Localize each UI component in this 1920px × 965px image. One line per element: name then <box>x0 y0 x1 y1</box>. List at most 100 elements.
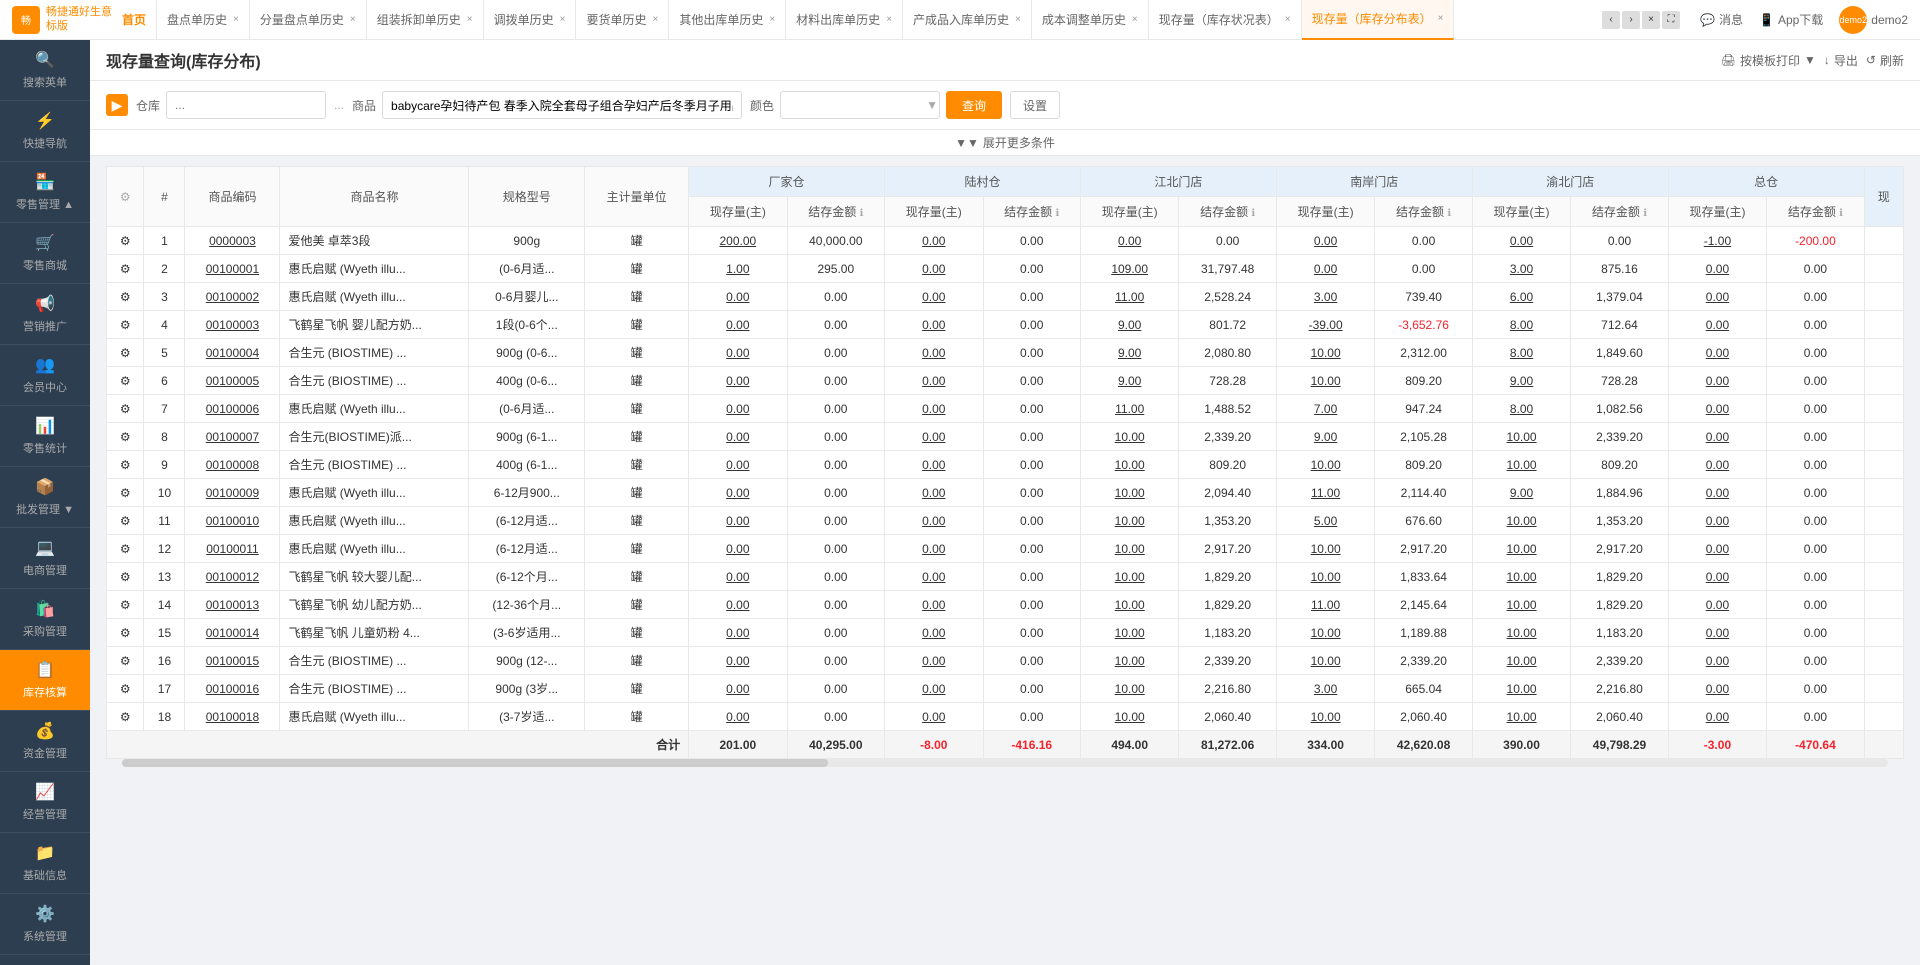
tab-3[interactable]: 组装拆卸单历史 × <box>367 0 484 40</box>
row-yb-stock[interactable]: 10.00 <box>1472 675 1571 703</box>
row-code[interactable]: 00100003 <box>185 311 280 339</box>
expand-filter-btn[interactable]: ▶ <box>106 94 128 116</box>
close-tab-9[interactable]: × <box>1132 14 1138 25</box>
row-yb-stock[interactable]: 9.00 <box>1472 479 1571 507</box>
color-input[interactable] <box>780 91 940 119</box>
row-lc-stock[interactable]: 0.00 <box>885 591 984 619</box>
row-yb-stock[interactable]: 8.00 <box>1472 339 1571 367</box>
row-cj-stock[interactable]: 0.00 <box>689 535 788 563</box>
row-yb-stock[interactable]: 10.00 <box>1472 535 1571 563</box>
sidebar-item-inventory[interactable]: 📋 库存核算 <box>0 650 90 711</box>
sidebar-item-coop[interactable]: 🤝 企业协同 <box>0 955 90 965</box>
row-tot-stock[interactable]: -1.00 <box>1668 227 1767 255</box>
close-tab-11[interactable]: × <box>1438 13 1444 24</box>
row-code[interactable]: 0000003 <box>185 227 280 255</box>
row-lc-stock[interactable]: 0.00 <box>885 507 984 535</box>
row-code[interactable]: 00100012 <box>185 563 280 591</box>
row-cj-stock[interactable]: 0.00 <box>689 591 788 619</box>
row-code[interactable]: 00100015 <box>185 647 280 675</box>
row-yb-stock[interactable]: 10.00 <box>1472 423 1571 451</box>
row-yb-stock[interactable]: 10.00 <box>1472 591 1571 619</box>
row-jb-stock[interactable]: 11.00 <box>1080 395 1179 423</box>
row-code[interactable]: 00100004 <box>185 339 280 367</box>
row-lc-stock[interactable]: 0.00 <box>885 339 984 367</box>
row-lc-stock[interactable]: 0.00 <box>885 479 984 507</box>
tab-4[interactable]: 调拨单历史 × <box>484 0 577 40</box>
row-tot-stock[interactable]: 0.00 <box>1668 535 1767 563</box>
sidebar-item-system[interactable]: ⚙️ 系统管理 <box>0 894 90 955</box>
row-tot-stock[interactable]: 0.00 <box>1668 591 1767 619</box>
row-jb-stock[interactable]: 10.00 <box>1080 563 1179 591</box>
row-tot-stock[interactable]: 0.00 <box>1668 423 1767 451</box>
row-lc-stock[interactable]: 0.00 <box>885 367 984 395</box>
sidebar-item-ecom[interactable]: 💻 电商管理 <box>0 528 90 589</box>
row-jb-stock[interactable]: 10.00 <box>1080 451 1179 479</box>
row-gear[interactable]: ⚙ <box>107 563 144 591</box>
row-yb-stock[interactable]: 10.00 <box>1472 647 1571 675</box>
row-jb-stock[interactable]: 9.00 <box>1080 339 1179 367</box>
sidebar-item-finance[interactable]: 💰 资金管理 <box>0 711 90 772</box>
search-btn[interactable]: 查询 <box>946 91 1002 119</box>
row-tot-stock[interactable]: 0.00 <box>1668 507 1767 535</box>
row-lc-stock[interactable]: 0.00 <box>885 647 984 675</box>
row-gear[interactable]: ⚙ <box>107 451 144 479</box>
export-btn[interactable]: ↓ 导出 <box>1824 52 1858 69</box>
row-cj-stock[interactable]: 0.00 <box>689 675 788 703</box>
tab-9[interactable]: 成本调整单历史 × <box>1032 0 1149 40</box>
tab-8[interactable]: 产成品入库单历史 × <box>903 0 1032 40</box>
row-yb-stock[interactable]: 10.00 <box>1472 563 1571 591</box>
row-cj-stock[interactable]: 0.00 <box>689 451 788 479</box>
row-lc-stock[interactable]: 0.00 <box>885 563 984 591</box>
warehouse-input[interactable] <box>166 91 326 119</box>
row-code[interactable]: 00100013 <box>185 591 280 619</box>
row-jb-stock[interactable]: 10.00 <box>1080 591 1179 619</box>
row-code[interactable]: 00100018 <box>185 703 280 731</box>
row-code[interactable]: 00100007 <box>185 423 280 451</box>
row-gear[interactable]: ⚙ <box>107 283 144 311</box>
row-gear[interactable]: ⚙ <box>107 647 144 675</box>
row-lc-stock[interactable]: 0.00 <box>885 283 984 311</box>
sidebar-item-search[interactable]: 🔍 搜索英单 <box>0 40 90 101</box>
row-gear[interactable]: ⚙ <box>107 339 144 367</box>
row-gear[interactable]: ⚙ <box>107 227 144 255</box>
row-tot-stock[interactable]: 0.00 <box>1668 703 1767 731</box>
row-jb-stock[interactable]: 109.00 <box>1080 255 1179 283</box>
product-input[interactable] <box>382 91 742 119</box>
close-tab-7[interactable]: × <box>886 14 892 25</box>
row-cj-stock[interactable]: 200.00 <box>689 227 788 255</box>
row-gear[interactable]: ⚙ <box>107 591 144 619</box>
row-na-stock[interactable]: 10.00 <box>1276 535 1375 563</box>
row-na-stock[interactable]: 10.00 <box>1276 339 1375 367</box>
row-na-stock[interactable]: 10.00 <box>1276 563 1375 591</box>
close-tab-1[interactable]: × <box>233 14 239 25</box>
row-gear[interactable]: ⚙ <box>107 479 144 507</box>
row-tot-stock[interactable]: 0.00 <box>1668 619 1767 647</box>
row-yb-stock[interactable]: 9.00 <box>1472 367 1571 395</box>
row-yb-stock[interactable]: 8.00 <box>1472 395 1571 423</box>
tab-prev-btn[interactable]: ‹ <box>1602 11 1620 29</box>
close-tab-6[interactable]: × <box>769 14 775 25</box>
sidebar-item-shop[interactable]: 🛒 零售商城 <box>0 223 90 284</box>
tab-expand-btn[interactable]: ⛶ <box>1662 11 1680 29</box>
color-dropdown-icon[interactable]: ▼ <box>926 98 938 112</box>
row-yb-stock[interactable]: 10.00 <box>1472 507 1571 535</box>
row-lc-stock[interactable]: 0.00 <box>885 675 984 703</box>
row-na-stock[interactable]: 3.00 <box>1276 675 1375 703</box>
row-code[interactable]: 00100014 <box>185 619 280 647</box>
row-jb-stock[interactable]: 9.00 <box>1080 311 1179 339</box>
row-cj-stock[interactable]: 0.00 <box>689 703 788 731</box>
row-cj-stock[interactable]: 0.00 <box>689 619 788 647</box>
row-code[interactable]: 00100001 <box>185 255 280 283</box>
row-cj-stock[interactable]: 1.00 <box>689 255 788 283</box>
row-na-stock[interactable]: 10.00 <box>1276 451 1375 479</box>
row-jb-stock[interactable]: 10.00 <box>1080 675 1179 703</box>
app-download-btn[interactable]: 📱 App下载 <box>1759 11 1823 28</box>
row-lc-stock[interactable]: 0.00 <box>885 619 984 647</box>
close-tab-10[interactable]: × <box>1285 14 1291 25</box>
row-lc-stock[interactable]: 0.00 <box>885 703 984 731</box>
row-lc-stock[interactable]: 0.00 <box>885 395 984 423</box>
scrollbar-thumb[interactable] <box>122 759 828 767</box>
row-code[interactable]: 00100009 <box>185 479 280 507</box>
tab-home[interactable]: 首页 <box>112 0 157 40</box>
row-gear[interactable]: ⚙ <box>107 395 144 423</box>
